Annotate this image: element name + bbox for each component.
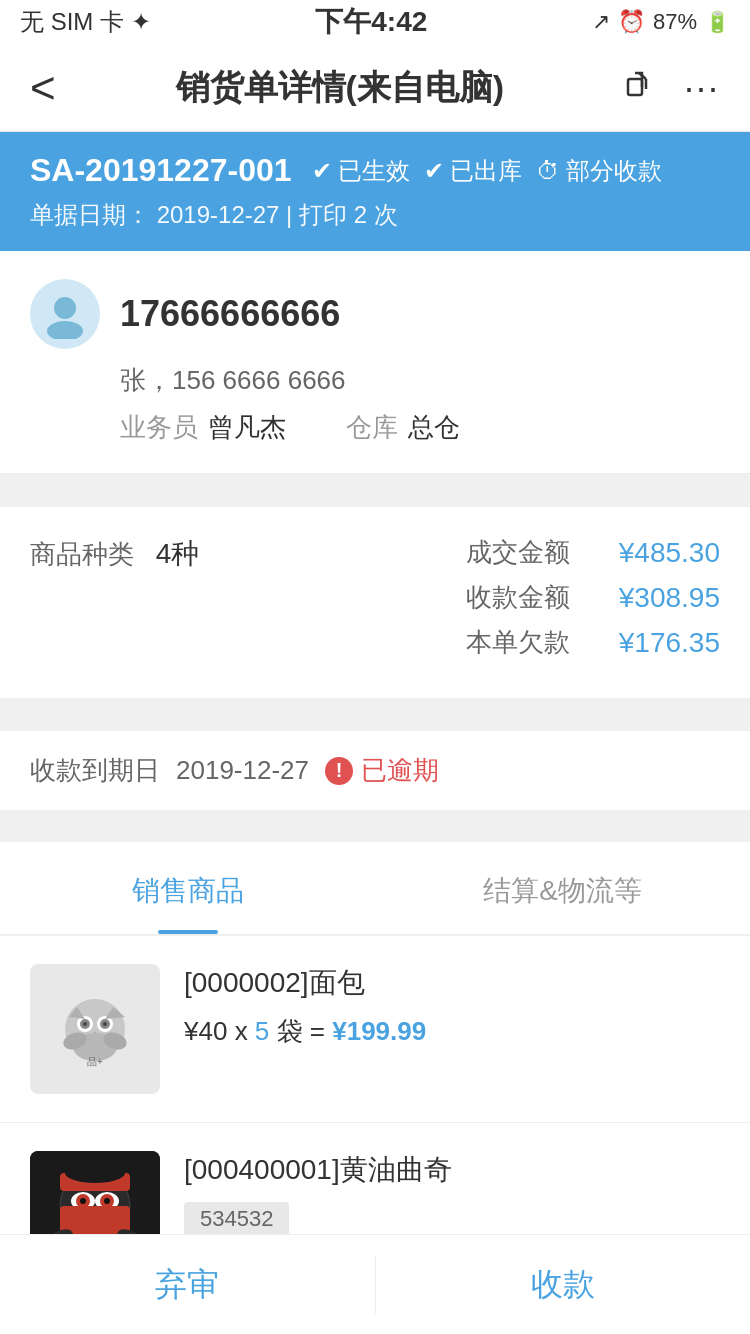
- svg-point-10: [103, 1022, 107, 1026]
- received-value: ¥308.95: [590, 582, 720, 614]
- svg-point-28: [65, 1163, 125, 1183]
- cancel-button[interactable]: 弃审: [0, 1235, 375, 1334]
- tab-settlement[interactable]: 结算&物流等: [375, 842, 750, 934]
- overdue-badge: ! 已逾期: [325, 753, 439, 788]
- order-number: SA-20191227-001: [30, 152, 292, 189]
- stats-section: 商品种类 4种 成交金额 ¥485.30 收款金额 ¥308.95 本单欠款 ¥…: [0, 506, 750, 699]
- status-partial: ⏱ 部分收款: [536, 155, 662, 187]
- customer-phone: 17666666666: [120, 293, 340, 335]
- due-date: 2019-12-27: [176, 755, 309, 786]
- divider1: [0, 474, 750, 490]
- nav-actions: ···: [624, 67, 720, 109]
- received-label: 收款金额: [466, 580, 570, 615]
- amount-value: ¥485.30: [590, 537, 720, 569]
- product-tag-2: 534532: [184, 1202, 289, 1236]
- tabs: 销售商品 结算&物流等: [0, 842, 750, 934]
- status-time: 下午4:42: [315, 3, 427, 41]
- status-shipped: ✔ 已出库: [424, 155, 522, 187]
- status-right: ↗ ⏰ 87% 🔋: [592, 9, 730, 35]
- svg-rect-0: [628, 79, 642, 95]
- divider2: [0, 699, 750, 715]
- battery-level: 87%: [653, 9, 697, 35]
- customer-section: 17666666666 张，156 6666 6666 业务员 曾凡杰 仓库 总…: [0, 251, 750, 474]
- svg-point-25: [104, 1198, 110, 1204]
- amount-item: 成交金额 ¥485.30: [466, 535, 720, 570]
- svg-point-24: [80, 1198, 86, 1204]
- owed-item: 本单欠款 ¥176.35: [466, 625, 720, 660]
- nav-bar: < 销货单详情(来自电脑) ···: [0, 44, 750, 132]
- product-item: 品+ [0000002]面包 ¥40 x 5 袋 = ¥199.99: [0, 936, 750, 1123]
- page-title: 销货单详情(来自电脑): [176, 65, 505, 111]
- product-name-1: [0000002]面包: [184, 964, 720, 1002]
- type-value: 4种: [156, 538, 200, 569]
- tab-sales-products[interactable]: 销售商品: [0, 842, 375, 934]
- due-section: 收款到期日 2019-12-27 ! 已逾期: [0, 731, 750, 810]
- customer-meta: 业务员 曾凡杰 仓库 总仓: [30, 410, 720, 445]
- back-button[interactable]: <: [30, 63, 56, 113]
- received-item: 收款金额 ¥308.95: [466, 580, 720, 615]
- sales-label: 业务员: [120, 410, 198, 445]
- stats-right: 成交金额 ¥485.30 收款金额 ¥308.95 本单欠款 ¥176.35: [466, 535, 720, 670]
- sim-status: 无 SIM 卡 ✦: [20, 6, 151, 38]
- status-effective: ✔ 已生效: [312, 155, 410, 187]
- check-icon2: ✔: [424, 157, 444, 185]
- more-icon[interactable]: ···: [684, 67, 720, 109]
- product-price-1: ¥40 x 5 袋 = ¥199.99: [184, 1014, 720, 1049]
- svg-point-9: [83, 1022, 87, 1026]
- owed-value: ¥176.35: [590, 627, 720, 659]
- svg-rect-26: [60, 1206, 130, 1234]
- product-name-2: [000400001]黄油曲奇: [184, 1151, 720, 1189]
- stats-left: 商品种类 4种: [30, 535, 199, 573]
- sales-name: 曾凡杰: [208, 410, 286, 445]
- warehouse: 仓库 总仓: [346, 410, 460, 445]
- amount-label: 成交金额: [466, 535, 570, 570]
- product-total-1: ¥199.99: [332, 1016, 426, 1046]
- customer-name-phone: 张，156 6666 6666: [30, 363, 720, 398]
- svg-point-3: [47, 321, 83, 339]
- stats-row: 商品种类 4种 成交金额 ¥485.30 收款金额 ¥308.95 本单欠款 ¥…: [30, 535, 720, 670]
- alarm-icon: ⏰: [618, 9, 645, 35]
- warehouse-label: 仓库: [346, 410, 398, 445]
- overdue-text: 已逾期: [361, 753, 439, 788]
- status-badges: ✔ 已生效 ✔ 已出库 ⏱ 部分收款: [312, 155, 662, 187]
- header-banner: SA-20191227-001 ✔ 已生效 ✔ 已出库 ⏱ 部分收款 单据日期：…: [0, 132, 750, 251]
- share-icon[interactable]: [624, 69, 654, 107]
- due-label: 收款到期日: [30, 753, 160, 788]
- product-info-1: [0000002]面包 ¥40 x 5 袋 = ¥199.99: [184, 964, 720, 1049]
- bottom-bar: 弃审 收款: [0, 1234, 750, 1334]
- battery-icon: 🔋: [705, 10, 730, 34]
- header-date-info: 单据日期： 2019-12-27 | 打印 2 次: [30, 199, 720, 231]
- check-icon1: ✔: [312, 157, 332, 185]
- location-icon: ↗: [592, 9, 610, 35]
- product-image-1: 品+: [30, 964, 160, 1094]
- svg-point-2: [54, 297, 76, 319]
- status-bar: 无 SIM 卡 ✦ 下午4:42 ↗ ⏰ 87% 🔋: [0, 0, 750, 44]
- clock-icon: ⏱: [536, 157, 560, 185]
- owed-label: 本单欠款: [466, 625, 570, 660]
- overdue-icon: !: [325, 757, 353, 785]
- product-qty-1: 5: [255, 1016, 269, 1046]
- divider3: [0, 810, 750, 826]
- tabs-section: 销售商品 结算&物流等: [0, 842, 750, 936]
- svg-text:品+: 品+: [87, 1056, 103, 1067]
- confirm-button[interactable]: 收款: [376, 1235, 751, 1334]
- status-left: 无 SIM 卡 ✦: [20, 6, 151, 38]
- header-row1: SA-20191227-001 ✔ 已生效 ✔ 已出库 ⏱ 部分收款: [30, 152, 720, 189]
- sales-person: 业务员 曾凡杰: [120, 410, 286, 445]
- warehouse-name: 总仓: [408, 410, 460, 445]
- avatar: [30, 279, 100, 349]
- customer-row: 17666666666: [30, 279, 720, 349]
